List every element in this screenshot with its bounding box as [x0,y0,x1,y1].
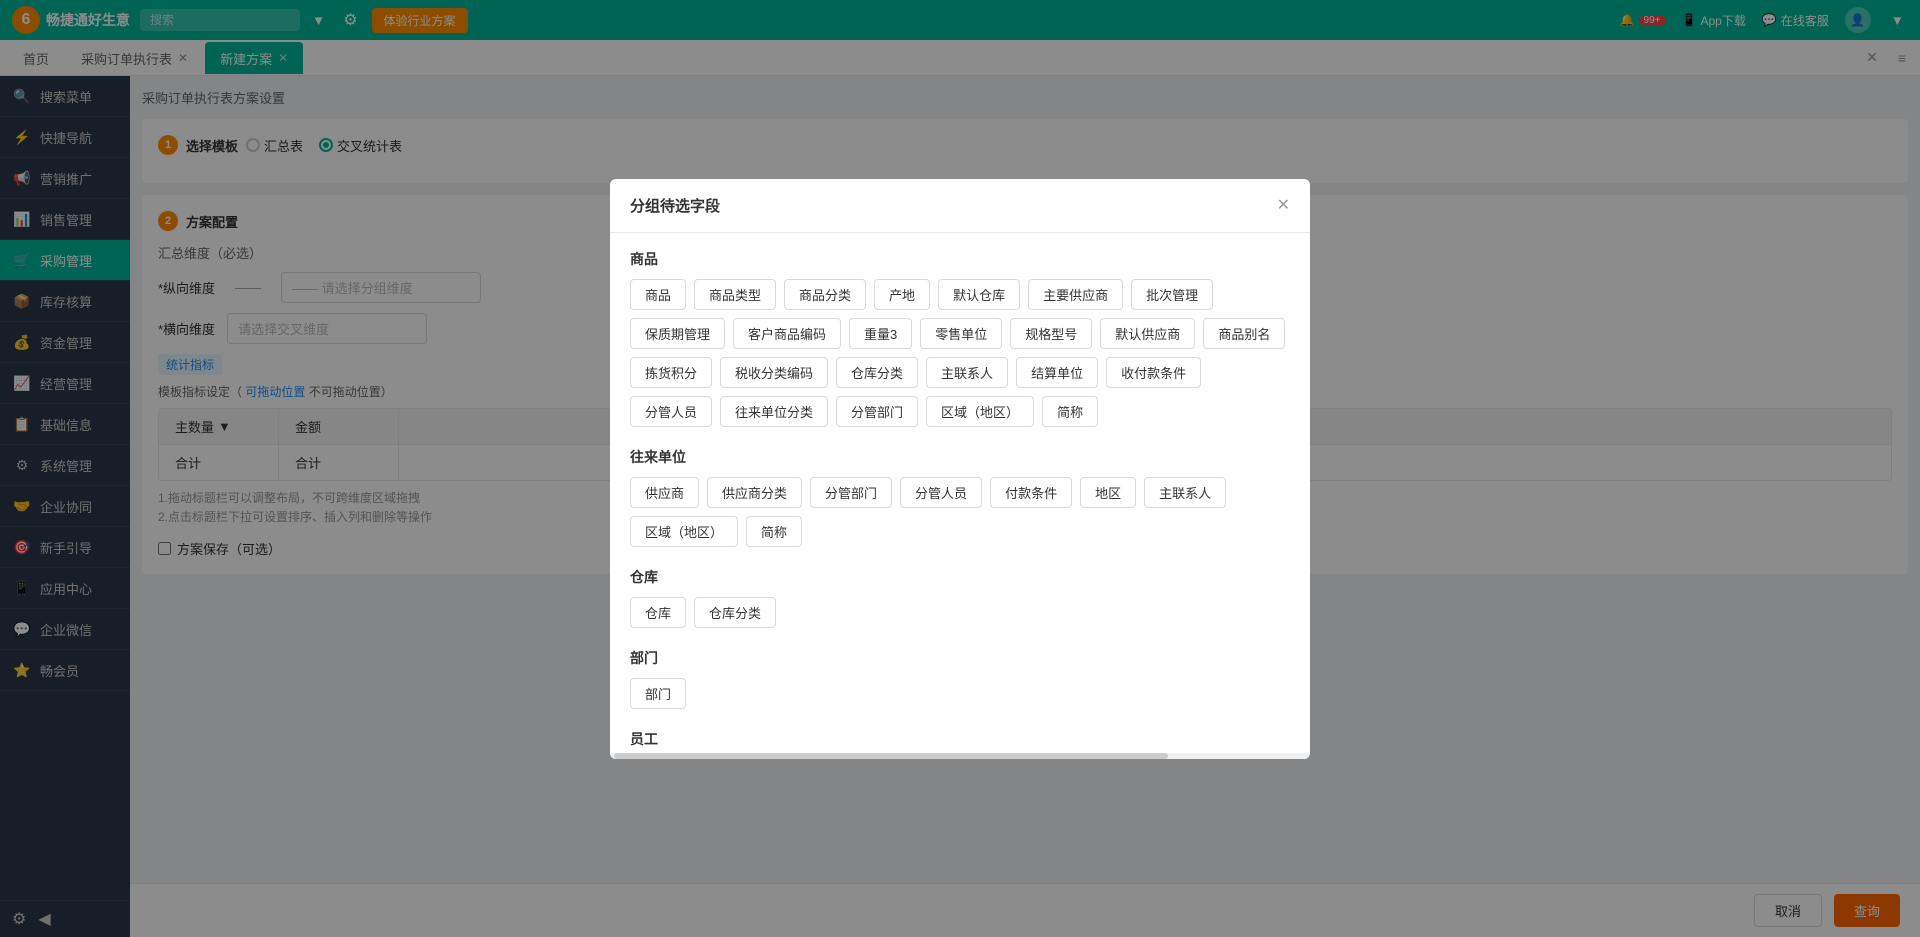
field-tag[interactable]: 规格型号 [1010,318,1092,349]
field-tag[interactable]: 往来单位分类 [720,396,828,427]
modal-overlay: 分组待选字段 ✕ 商品 商品商品类型商品分类产地默认仓库主要供应商批次管理保质期… [0,0,1920,937]
field-tag[interactable]: 分管人员 [900,477,982,508]
modal-hscrollbar [610,753,1310,759]
field-tag[interactable]: 零售单位 [920,318,1002,349]
modal-close-btn[interactable]: ✕ [1277,195,1290,215]
field-tag[interactable]: 主联系人 [926,357,1008,388]
field-tag[interactable]: 主要供应商 [1028,279,1123,310]
field-tag[interactable]: 保质期管理 [630,318,725,349]
field-tag[interactable]: 区域（地区） [926,396,1034,427]
field-tag[interactable]: 分管部门 [810,477,892,508]
field-tag[interactable]: 简称 [746,516,802,547]
modal-hscrollbar-thumb [614,753,1168,759]
field-section-partner-title: 往来单位 [630,447,1290,467]
modal-title: 分组待选字段 [630,195,720,216]
field-tag[interactable]: 区域（地区） [630,516,738,547]
field-section-department: 部门 部门 [630,648,1290,709]
field-tag[interactable]: 税收分类编码 [720,357,828,388]
field-tag[interactable]: 商品类型 [694,279,776,310]
field-tag[interactable]: 默认仓库 [938,279,1020,310]
field-tag[interactable]: 产地 [874,279,930,310]
field-tags-goods: 商品商品类型商品分类产地默认仓库主要供应商批次管理保质期管理客户商品编码重量3 零… [630,279,1290,427]
field-tag[interactable]: 分管部门 [836,396,918,427]
field-tag[interactable]: 简称 [1042,396,1098,427]
field-tag[interactable]: 结算单位 [1016,357,1098,388]
field-tag[interactable]: 商品分类 [784,279,866,310]
field-tag[interactable]: 分管人员 [630,396,712,427]
field-tag[interactable]: 付款条件 [990,477,1072,508]
field-tag[interactable]: 重量3 [849,318,912,349]
field-section-employee-title: 员工 [630,729,1290,749]
field-section-department-title: 部门 [630,648,1290,668]
field-tag[interactable]: 部门 [630,678,686,709]
field-tag[interactable]: 收付款条件 [1106,357,1201,388]
field-tags-department: 部门 [630,678,1290,709]
modal-header: 分组待选字段 ✕ [610,179,1310,233]
field-tag[interactable]: 供应商分类 [707,477,802,508]
field-tag[interactable]: 商品别名 [1203,318,1285,349]
field-section-goods: 商品 商品商品类型商品分类产地默认仓库主要供应商批次管理保质期管理客户商品编码重… [630,249,1290,427]
modal-body: 商品 商品商品类型商品分类产地默认仓库主要供应商批次管理保质期管理客户商品编码重… [610,233,1310,753]
field-section-goods-title: 商品 [630,249,1290,269]
field-section-warehouse: 仓库 仓库仓库分类 [630,567,1290,628]
field-tag[interactable]: 客户商品编码 [733,318,841,349]
field-section-partner: 往来单位 供应商供应商分类分管部门分管人员付款条件地区主联系人区域（地区） 简称 [630,447,1290,547]
field-tag[interactable]: 仓库分类 [836,357,918,388]
field-section-warehouse-title: 仓库 [630,567,1290,587]
field-section-employee: 员工 业务员 [630,729,1290,753]
field-tags-warehouse: 仓库仓库分类 [630,597,1290,628]
field-tag[interactable]: 仓库分类 [694,597,776,628]
field-tag[interactable]: 主联系人 [1144,477,1226,508]
modal: 分组待选字段 ✕ 商品 商品商品类型商品分类产地默认仓库主要供应商批次管理保质期… [610,179,1310,759]
field-tag[interactable]: 拣货积分 [630,357,712,388]
field-tag[interactable]: 商品 [630,279,686,310]
field-tag[interactable]: 地区 [1080,477,1136,508]
field-tag[interactable]: 批次管理 [1131,279,1213,310]
field-tag[interactable]: 供应商 [630,477,699,508]
field-tag[interactable]: 默认供应商 [1100,318,1195,349]
field-tags-partner: 供应商供应商分类分管部门分管人员付款条件地区主联系人区域（地区） 简称 [630,477,1290,547]
field-tag[interactable]: 仓库 [630,597,686,628]
